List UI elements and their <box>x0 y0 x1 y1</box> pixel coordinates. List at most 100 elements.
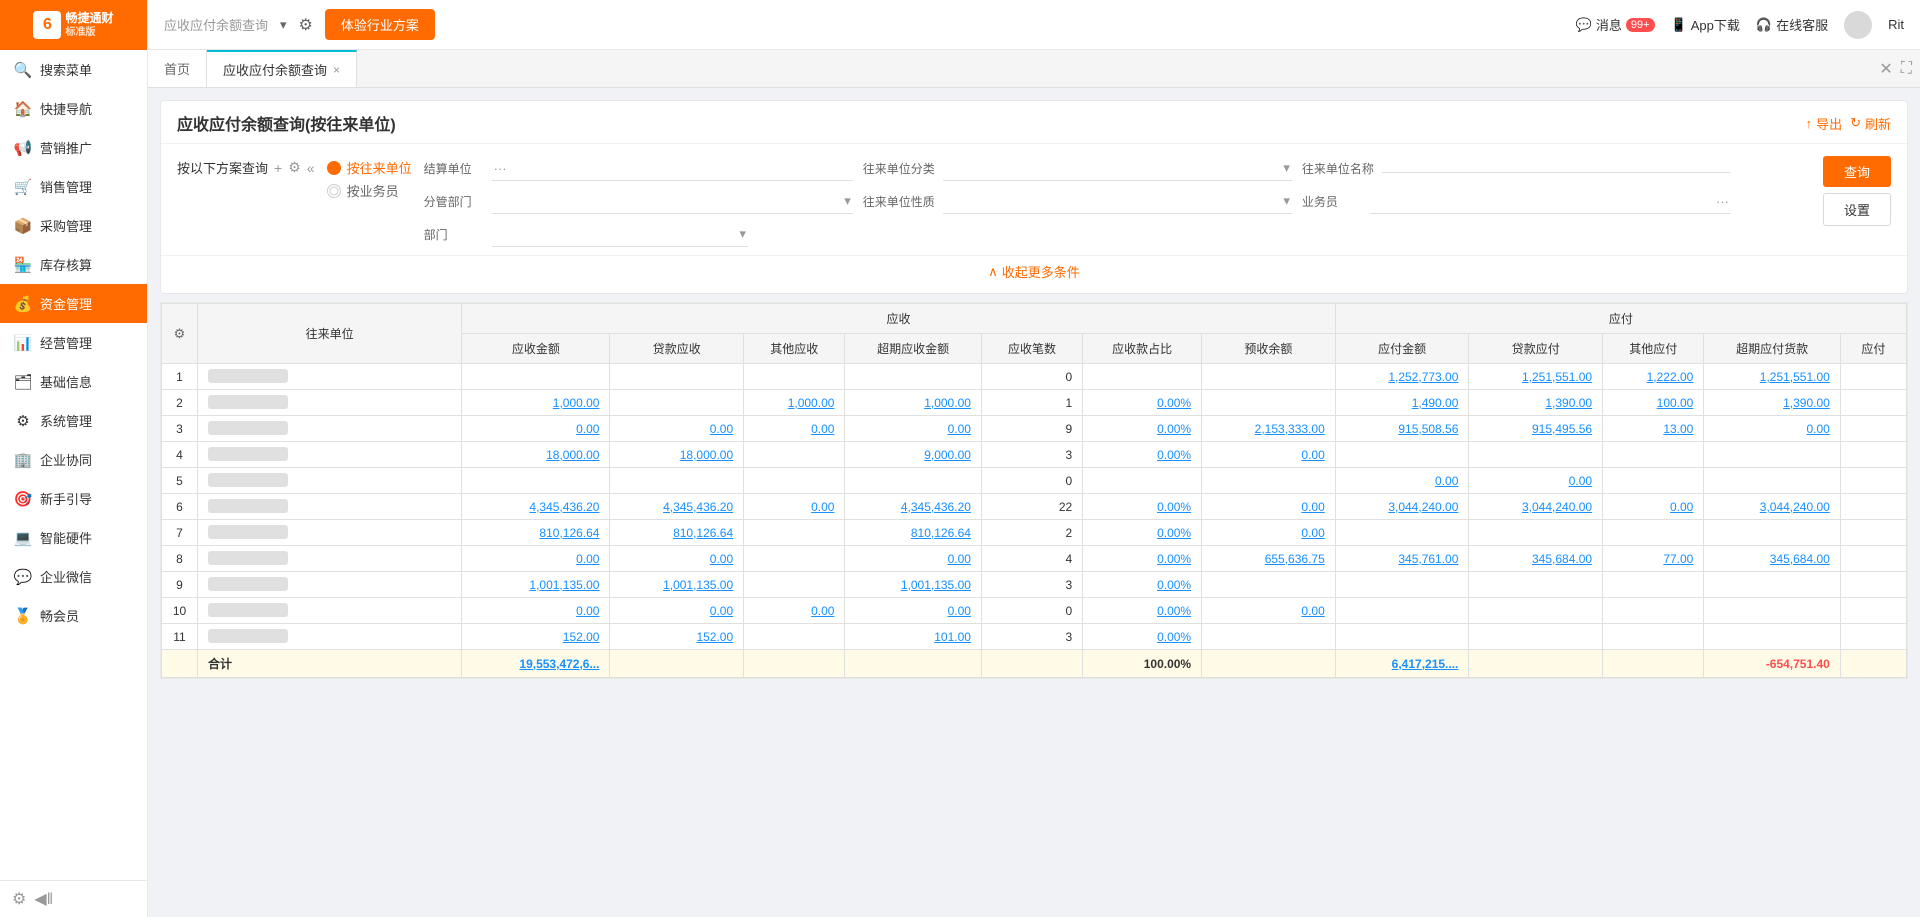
yingshou-cell-2[interactable]: 0.00 <box>744 598 845 624</box>
sidebar-item-ops[interactable]: 📊 经营管理 <box>0 323 147 362</box>
salesperson-input[interactable]: ··· <box>1370 190 1731 214</box>
yingshou-cell-5[interactable]: 0.00% <box>1083 520 1202 546</box>
sidebar-item-marketing[interactable]: 📢 营销推广 <box>0 128 147 167</box>
yingshou-cell-5[interactable]: 0.00% <box>1083 442 1202 468</box>
tab-query[interactable]: 应收应付余额查询 × <box>207 50 357 87</box>
yingshou-cell-4[interactable]: 3 <box>981 624 1082 650</box>
yingfu-cell-1[interactable]: 3,044,240.00 <box>1469 494 1603 520</box>
yingshou-cell-0[interactable]: 152.00 <box>462 624 610 650</box>
yingshou-cell-1[interactable]: 152.00 <box>610 624 744 650</box>
sidebar-item-inventory[interactable]: 🏪 库存核算 <box>0 245 147 284</box>
yingshou-cell-0[interactable]: 810,126.64 <box>462 520 610 546</box>
yingshou-cell-2[interactable]: 1,000.00 <box>744 390 845 416</box>
yingfu-cell-0[interactable]: 1,490.00 <box>1335 390 1469 416</box>
refresh-button[interactable]: ↻ 刷新 <box>1850 114 1891 133</box>
yingshou-cell-5[interactable]: 0.00% <box>1083 572 1202 598</box>
yingshou-cell-2[interactable]: 0.00 <box>744 416 845 442</box>
yingshou-cell-6[interactable]: 2,153,333.00 <box>1202 416 1336 442</box>
yingshou-cell-5[interactable]: 0.00% <box>1083 390 1202 416</box>
yingshou-cell-4[interactable]: 1 <box>981 390 1082 416</box>
yingfu-cell-2[interactable]: 1,222.00 <box>1603 364 1704 390</box>
yingshou-cell-4[interactable]: 22 <box>981 494 1082 520</box>
yingfu-cell-1[interactable]: 345,684.00 <box>1469 546 1603 572</box>
yingfu-cell-3[interactable]: 1,390.00 <box>1704 390 1841 416</box>
yingshou-cell-3[interactable]: 4,345,436.20 <box>845 494 982 520</box>
yingshou-cell-4[interactable]: 3 <box>981 572 1082 598</box>
sidebar-item-basic-info[interactable]: 🗂 基础信息 <box>0 362 147 401</box>
yingfu-cell-1[interactable]: 1,390.00 <box>1469 390 1603 416</box>
yingfu-cell-2[interactable]: 13.00 <box>1603 416 1704 442</box>
set-button[interactable]: 设置 <box>1823 193 1891 226</box>
yingshou-cell-5[interactable]: 0.00% <box>1083 598 1202 624</box>
sidebar-item-enterprise-wx[interactable]: 💬 企业微信 <box>0 557 147 596</box>
sidebar-item-guide[interactable]: 🎯 新手引导 <box>0 479 147 518</box>
yingshou-cell-1[interactable]: 0.00 <box>610 546 744 572</box>
yingshou-cell-4[interactable]: 3 <box>981 442 1082 468</box>
sidebar-item-member[interactable]: 🏅 畅会员 <box>0 596 147 635</box>
yingshou-cell-1[interactable]: 0.00 <box>610 598 744 624</box>
table-settings-icon[interactable]: ⚙ <box>174 326 186 341</box>
yingshou-cell-0[interactable]: 0.00 <box>462 598 610 624</box>
yingfu-cell-1[interactable]: 0.00 <box>1469 468 1603 494</box>
yingshou-cell-5[interactable]: 0.00% <box>1083 546 1202 572</box>
yingfu-cell-0[interactable]: 915,508.56 <box>1335 416 1469 442</box>
yingshou-cell-0[interactable]: 0.00 <box>462 416 610 442</box>
sidebar-item-search-menu[interactable]: 🔍 搜索菜单 <box>0 50 147 89</box>
sidebar-item-sales[interactable]: 🛒 销售管理 <box>0 167 147 206</box>
yingshou-cell-4[interactable]: 0 <box>981 468 1082 494</box>
window-close-icon[interactable]: ✕ <box>1879 59 1892 79</box>
message-item[interactable]: 💬 消息 99+ <box>1576 15 1655 34</box>
yingshou-cell-4[interactable]: 2 <box>981 520 1082 546</box>
yingshou-cell-5[interactable]: 0.00% <box>1083 624 1202 650</box>
yingshou-cell-0[interactable]: 0.00 <box>462 546 610 572</box>
yingshou-cell-4[interactable]: 4 <box>981 546 1082 572</box>
yingshou-cell-0[interactable]: 4,345,436.20 <box>462 494 610 520</box>
yingshou-cell-6[interactable]: 0.00 <box>1202 520 1336 546</box>
sidebar-item-enterprise[interactable]: 🏢 企业协同 <box>0 440 147 479</box>
scheme-collapse-icon[interactable]: « <box>307 160 315 176</box>
partner-category-select[interactable]: ▾ <box>943 156 1292 181</box>
footer-yingshou-total[interactable]: 19,553,472,6... <box>462 650 610 678</box>
solution-button[interactable]: 体验行业方案 <box>325 9 435 40</box>
yingshou-cell-3[interactable]: 1,001,135.00 <box>845 572 982 598</box>
footer-yingfu-total[interactable]: 6,417,215.... <box>1335 650 1469 678</box>
online-service-item[interactable]: 🎧 在线客服 <box>1756 15 1828 34</box>
yingfu-cell-0[interactable]: 1,252,773.00 <box>1335 364 1469 390</box>
by-partner-item[interactable]: 按往来单位 <box>327 156 412 179</box>
yingshou-cell-6[interactable]: 0.00 <box>1202 442 1336 468</box>
yingshou-cell-3[interactable]: 0.00 <box>845 598 982 624</box>
yingfu-cell-3[interactable]: 0.00 <box>1704 416 1841 442</box>
yingfu-cell-0[interactable]: 0.00 <box>1335 468 1469 494</box>
header-gear-icon[interactable]: ⚙ <box>299 15 313 35</box>
yingfu-cell-2[interactable]: 100.00 <box>1603 390 1704 416</box>
yingfu-cell-1[interactable]: 1,251,551.00 <box>1469 364 1603 390</box>
export-button[interactable]: ↑ 导出 <box>1806 114 1843 133</box>
yingshou-cell-4[interactable]: 0 <box>981 364 1082 390</box>
yingshou-cell-1[interactable]: 810,126.64 <box>610 520 744 546</box>
yingfu-cell-3[interactable]: 3,044,240.00 <box>1704 494 1841 520</box>
sidebar-item-finance[interactable]: 💰 资金管理 <box>0 284 147 323</box>
yingshou-cell-6[interactable]: 655,636.75 <box>1202 546 1336 572</box>
yingfu-cell-3[interactable]: 1,251,551.00 <box>1704 364 1841 390</box>
yingshou-cell-1[interactable]: 0.00 <box>610 416 744 442</box>
yingshou-cell-3[interactable]: 9,000.00 <box>845 442 982 468</box>
yingfu-cell-2[interactable]: 0.00 <box>1603 494 1704 520</box>
yingshou-cell-3[interactable]: 1,000.00 <box>845 390 982 416</box>
app-download-item[interactable]: 📱 App下载 <box>1671 15 1740 34</box>
yingshou-cell-4[interactable]: 0 <box>981 598 1082 624</box>
tab-home[interactable]: 首页 <box>148 50 207 87</box>
query-button[interactable]: 查询 <box>1823 156 1891 187</box>
collapse-button[interactable]: ∧ 收起更多条件 <box>161 255 1907 281</box>
yingshou-cell-4[interactable]: 9 <box>981 416 1082 442</box>
yingshou-cell-6[interactable]: 0.00 <box>1202 598 1336 624</box>
by-salesperson-item[interactable]: 按业务员 <box>327 179 412 202</box>
yingshou-cell-3[interactable]: 810,126.64 <box>845 520 982 546</box>
dropdown-arrow[interactable]: ▾ <box>280 17 287 33</box>
yingfu-cell-0[interactable]: 345,761.00 <box>1335 546 1469 572</box>
yingfu-cell-3[interactable]: 345,684.00 <box>1704 546 1841 572</box>
scheme-settings-icon[interactable]: ⚙ <box>288 159 301 176</box>
sidebar-item-sys-mgmt[interactable]: ⚙ 系统管理 <box>0 401 147 440</box>
yingshou-cell-0[interactable]: 1,000.00 <box>462 390 610 416</box>
sidebar-item-quick-nav[interactable]: 🏠 快捷导航 <box>0 89 147 128</box>
yingfu-cell-2[interactable]: 77.00 <box>1603 546 1704 572</box>
